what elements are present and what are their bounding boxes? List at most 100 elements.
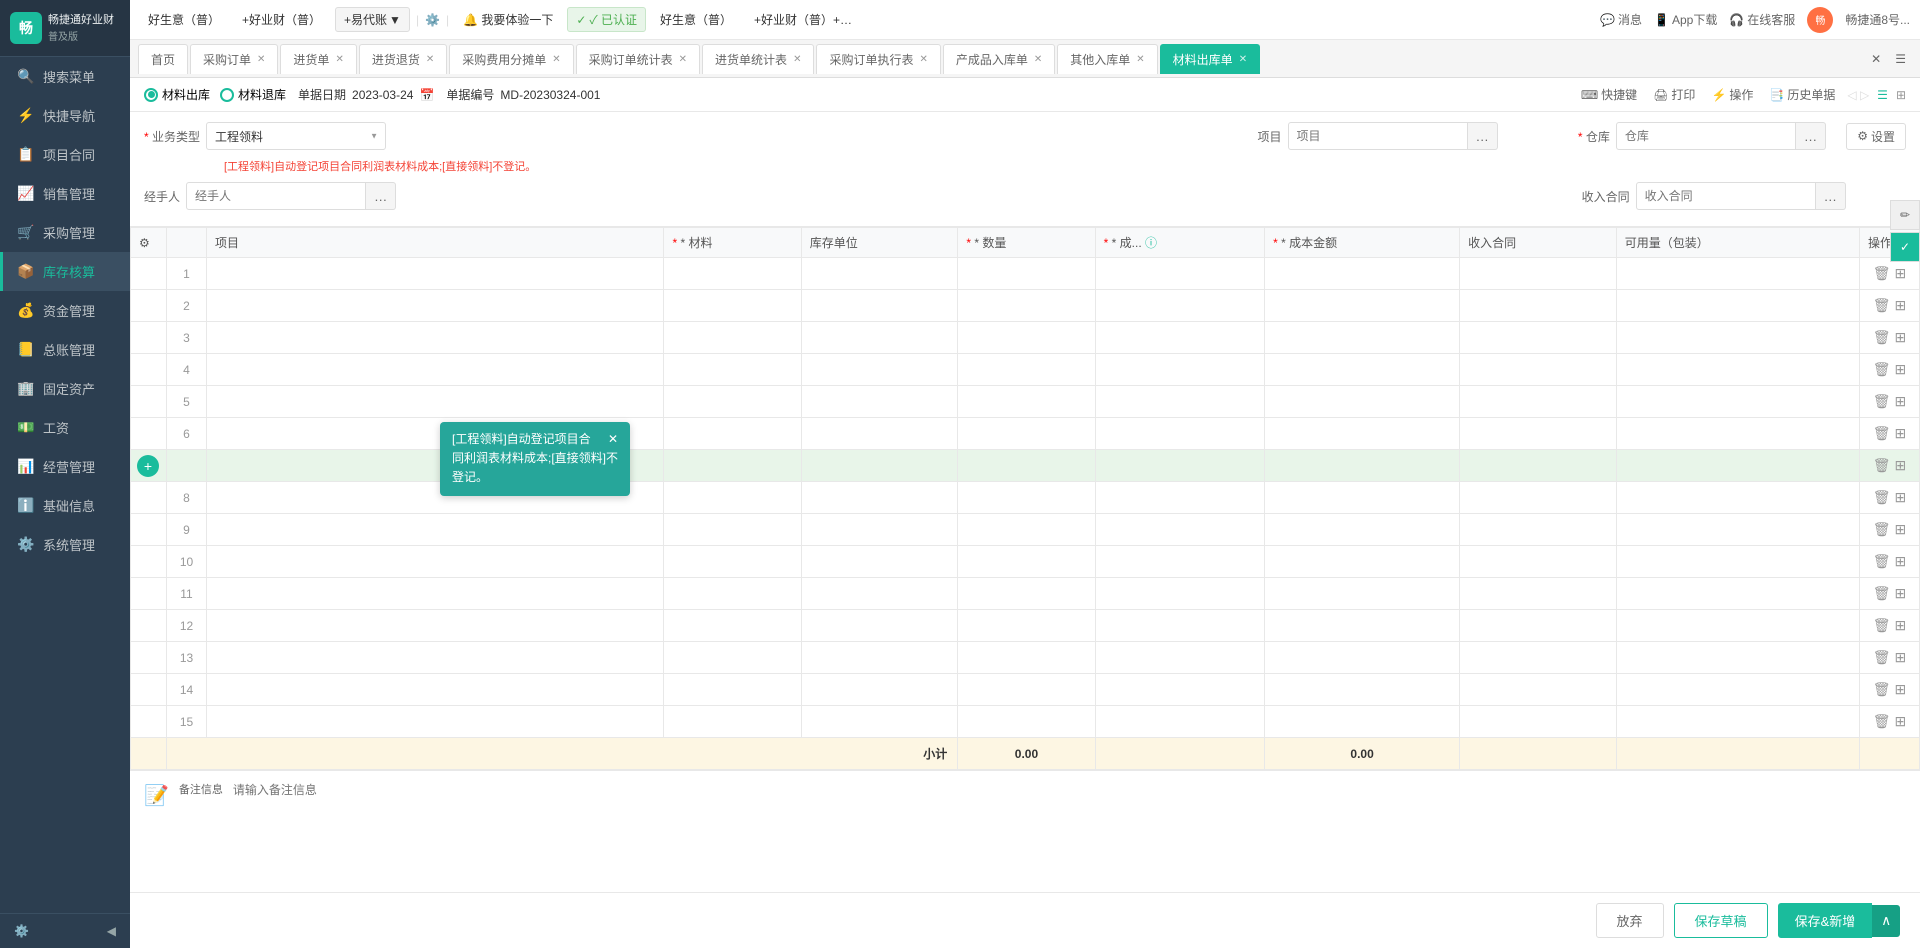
row-delete-icon[interactable]: 🗑 xyxy=(1873,617,1891,634)
tab-more-btn[interactable]: ☰ xyxy=(1889,50,1912,68)
row-available-cell[interactable] xyxy=(1616,514,1859,546)
row-contract-cell[interactable] xyxy=(1460,706,1617,738)
row-unit-cell[interactable] xyxy=(801,290,958,322)
row-project-cell[interactable] xyxy=(207,514,664,546)
tooltip-close-btn[interactable]: ✕ xyxy=(608,430,618,449)
row-available-cell[interactable] xyxy=(1616,418,1859,450)
row-copy-icon[interactable]: ⊞ xyxy=(1895,265,1907,282)
row-delete-icon[interactable]: 🗑 xyxy=(1873,329,1891,346)
save-new-arrow-btn[interactable]: ∧ xyxy=(1872,905,1900,937)
row-amount-cell[interactable] xyxy=(1265,578,1460,610)
col-settings-header[interactable]: ⚙ xyxy=(131,228,167,258)
notes-textarea[interactable] xyxy=(233,781,1906,831)
sidebar-item-assets[interactable]: 🏢 固定资产 xyxy=(0,369,130,408)
row-amount-cell[interactable] xyxy=(1265,642,1460,674)
row-qty-cell[interactable] xyxy=(958,386,1095,418)
sidebar-collapse-btn[interactable]: ◀ xyxy=(107,924,116,938)
row-qty-cell[interactable] xyxy=(958,482,1095,514)
row-cost-cell[interactable] xyxy=(1095,322,1264,354)
row-copy-icon[interactable]: ⊞ xyxy=(1895,617,1907,634)
row-active-input-cell[interactable] xyxy=(167,450,207,482)
row-project-cell[interactable] xyxy=(207,546,664,578)
row-delete-icon[interactable]: 🗑 xyxy=(1873,585,1891,602)
warehouse-ellipsis-btn[interactable]: … xyxy=(1796,122,1826,150)
row-amount-cell[interactable] xyxy=(1265,290,1460,322)
row-available-cell[interactable] xyxy=(1616,578,1859,610)
row-copy-icon[interactable]: ⊞ xyxy=(1895,713,1907,730)
tab-close-icon[interactable]: ✕ xyxy=(426,54,434,65)
project-ellipsis-btn[interactable]: … xyxy=(1468,122,1498,150)
row-project-cell[interactable] xyxy=(207,322,664,354)
sidebar-item-project[interactable]: 📋 项目合同 xyxy=(0,135,130,174)
sidebar-settings-btn[interactable]: ⚙️ xyxy=(14,924,29,938)
side-tool-green[interactable]: ✓ xyxy=(1890,232,1920,262)
row-cost-cell[interactable] xyxy=(1095,610,1264,642)
row-delete-icon[interactable]: 🗑 xyxy=(1873,265,1891,282)
sidebar-item-system[interactable]: ⚙️ 系统管理 xyxy=(0,525,130,564)
add-row-btn[interactable]: + xyxy=(137,455,159,477)
row-delete-icon[interactable]: 🗑 xyxy=(1873,297,1891,314)
row-qty-cell[interactable] xyxy=(958,322,1095,354)
row-copy-icon[interactable]: ⊞ xyxy=(1895,585,1907,602)
row-cost-cell[interactable] xyxy=(1095,386,1264,418)
row-copy-icon[interactable]: ⊞ xyxy=(1895,521,1907,538)
row-copy-icon[interactable]: ⊞ xyxy=(1895,329,1907,346)
operate-btn[interactable]: ⚡ 操作 xyxy=(1707,84,1757,105)
tab-purchase-order[interactable]: 采购订单 ✕ xyxy=(190,44,278,74)
row-material-cell[interactable] xyxy=(664,578,801,610)
row-project-cell[interactable] xyxy=(207,258,664,290)
row-unit-cell[interactable] xyxy=(801,258,958,290)
row-material-cell[interactable] xyxy=(664,482,801,514)
row-delete-icon[interactable]: 🗑 xyxy=(1873,393,1891,410)
row-contract-cell[interactable] xyxy=(1460,258,1617,290)
tab-close-all-btn[interactable]: ✕ xyxy=(1865,50,1887,68)
row-amount-cell[interactable] xyxy=(1265,546,1460,578)
tab-close-icon[interactable]: ✕ xyxy=(1239,54,1247,65)
row-amount-cell[interactable] xyxy=(1265,418,1460,450)
tab-close-icon[interactable]: ✕ xyxy=(335,54,343,65)
row-delete-icon[interactable]: 🗑 xyxy=(1873,457,1891,474)
row-unit-cell[interactable] xyxy=(801,546,958,578)
row-copy-icon[interactable]: ⊞ xyxy=(1895,489,1907,506)
tab-close-icon[interactable]: ✕ xyxy=(1034,54,1042,65)
topbar-menu-good-biz2[interactable]: 好生意（普） xyxy=(652,7,740,32)
row-delete-icon[interactable]: 🗑 xyxy=(1873,425,1891,442)
row-qty-cell[interactable] xyxy=(958,290,1095,322)
row-qty-cell[interactable] xyxy=(958,514,1095,546)
tab-purchase-split[interactable]: 采购费用分摊单 ✕ xyxy=(449,44,573,74)
income-contract-ellipsis-btn[interactable]: … xyxy=(1816,182,1846,210)
topbar-menu-good-biz[interactable]: 好生意（普） xyxy=(140,7,228,32)
row-copy-icon[interactable]: ⊞ xyxy=(1895,393,1907,410)
row-contract-cell[interactable] xyxy=(1460,546,1617,578)
row-unit-cell[interactable] xyxy=(801,322,958,354)
row-amount-cell[interactable] xyxy=(1265,514,1460,546)
sidebar-item-inventory[interactable]: 📦 库存核算 xyxy=(0,252,130,291)
row-active-cell9[interactable] xyxy=(1616,450,1859,482)
row-active-cell8[interactable] xyxy=(1460,450,1617,482)
row-project-cell[interactable] xyxy=(207,706,664,738)
row-cost-cell[interactable] xyxy=(1095,578,1264,610)
sidebar-item-basics[interactable]: ℹ️ 基础信息 xyxy=(0,486,130,525)
row-amount-cell[interactable] xyxy=(1265,354,1460,386)
row-contract-cell[interactable] xyxy=(1460,674,1617,706)
tab-inbound-return[interactable]: 进货退货 ✕ xyxy=(359,44,447,74)
row-contract-cell[interactable] xyxy=(1460,578,1617,610)
row-contract-cell[interactable] xyxy=(1460,514,1617,546)
sidebar-item-search[interactable]: 🔍 搜索菜单 xyxy=(0,57,130,96)
row-project-cell[interactable] xyxy=(207,578,664,610)
row-contract-cell[interactable] xyxy=(1460,610,1617,642)
sidebar-item-operations[interactable]: 📊 经营管理 xyxy=(0,447,130,486)
row-unit-cell[interactable] xyxy=(801,418,958,450)
row-amount-cell[interactable] xyxy=(1265,482,1460,514)
row-unit-cell[interactable] xyxy=(801,674,958,706)
tab-material-outstore[interactable]: 材料出库单 ✕ xyxy=(1160,44,1260,74)
income-contract-input[interactable] xyxy=(1636,182,1816,210)
tab-close-icon[interactable]: ✕ xyxy=(679,54,687,65)
topbar-menu-easy-account[interactable]: +易代账 ▼ xyxy=(335,7,410,32)
row-delete-icon[interactable]: 🗑 xyxy=(1873,553,1891,570)
row-available-cell[interactable] xyxy=(1616,642,1859,674)
quick-key-btn[interactable]: ⌨ 快捷键 xyxy=(1577,84,1641,105)
row-material-cell[interactable] xyxy=(664,674,801,706)
row-material-cell[interactable] xyxy=(664,514,801,546)
tab-other-instore[interactable]: 其他入库单 ✕ xyxy=(1057,44,1157,74)
